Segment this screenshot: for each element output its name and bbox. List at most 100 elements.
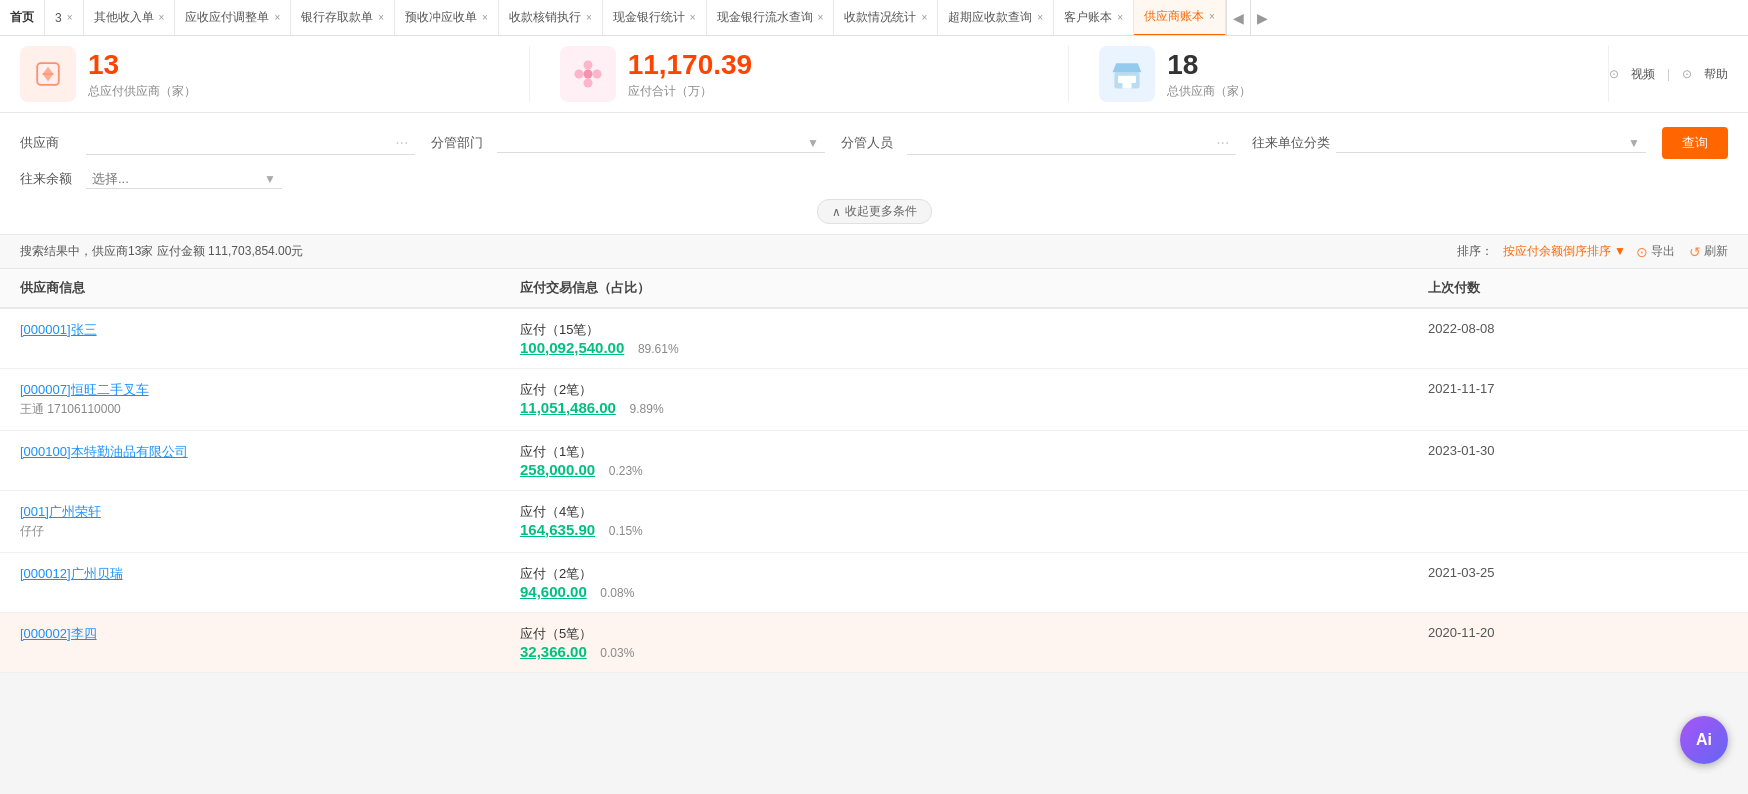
filter-area: 供应商 ··· 分管部门 ▼ 分管人员 ··· 往来单位分类 ▼ [0, 113, 1748, 235]
transaction-info: 应付（15笔） 100,092,540.00 89.61% [520, 321, 1428, 356]
filter-item-category: 往来单位分类 ▼ [1252, 133, 1647, 153]
divider: | [1667, 67, 1670, 81]
category-input[interactable] [1342, 135, 1625, 150]
svg-point-3 [583, 61, 592, 70]
nav-tab-3-close[interactable]: × [67, 12, 73, 23]
tx-amount[interactable]: 100,092,540.00 [520, 339, 624, 356]
tx-percent: 0.15% [609, 524, 643, 538]
nav-tab-prepay-close[interactable]: × [482, 12, 488, 23]
supplier-dots-icon[interactable]: ··· [395, 134, 408, 152]
nav-tab-cashflow[interactable]: 现金银行流水查询 × [707, 0, 835, 36]
dept-input-box: ▼ [497, 133, 826, 153]
transaction-info: 应付（4笔） 164,635.90 0.15% [520, 503, 1428, 538]
export-icon: ⊙ [1636, 244, 1648, 260]
nav-tab-other-income-label: 其他收入单 [94, 9, 154, 26]
tx-label: 应付（4笔） [520, 503, 1428, 521]
nav-tab-cash-bank[interactable]: 现金银行统计 × [603, 0, 707, 36]
dept-input[interactable] [503, 135, 804, 150]
supplier-input[interactable] [92, 135, 395, 150]
tx-amount[interactable]: 258,000.00 [520, 461, 595, 478]
top-nav: 首页 3 × 其他收入单 × 应收应付调整单 × 银行存取款单 × 预收冲应收单… [0, 0, 1748, 36]
tx-amount[interactable]: 32,366.00 [520, 643, 587, 660]
person-input[interactable] [913, 135, 1216, 150]
supplier-info: [000100]本特勤油品有限公司 [20, 443, 520, 461]
supplier-link[interactable]: [000100]本特勤油品有限公司 [20, 443, 520, 461]
nav-tab-cash-bank-close[interactable]: × [690, 12, 696, 23]
nav-tab-adjustment-label: 应收应付调整单 [185, 9, 269, 26]
nav-arrow-left[interactable]: ◀ [1226, 0, 1250, 36]
person-input-box: ··· [907, 132, 1236, 155]
nav-tab-other-income-close[interactable]: × [159, 12, 165, 23]
help-link[interactable]: 帮助 [1704, 66, 1728, 83]
balance-input[interactable] [92, 171, 260, 186]
refresh-icon: ↺ [1689, 244, 1701, 260]
summary-label-2: 应付合计（万） [628, 83, 753, 100]
tx-amount[interactable]: 11,051,486.00 [520, 399, 616, 416]
supplier-link[interactable]: [000001]张三 [20, 321, 520, 339]
help-circle-icon: ⊙ [1609, 67, 1619, 81]
last-payment: 2023-01-30 [1428, 443, 1728, 458]
nav-tab-bank[interactable]: 银行存取款单 × [291, 0, 395, 36]
nav-tab-supplier-account-close[interactable]: × [1209, 11, 1215, 22]
nav-tab-bank-close[interactable]: × [378, 12, 384, 23]
nav-tab-collection[interactable]: 收款核销执行 × [499, 0, 603, 36]
category-arrow-icon[interactable]: ▼ [1628, 136, 1640, 150]
summary-bar: 13 总应付供应商（家） 11,170.39 应付合计（万） [0, 36, 1748, 113]
nav-tab-prepay[interactable]: 预收冲应收单 × [395, 0, 499, 36]
nav-tab-receipt-stat-close[interactable]: × [921, 12, 927, 23]
nav-tab-supplier-account-label: 供应商账本 [1144, 8, 1204, 25]
nav-tab-customer-account[interactable]: 客户账本 × [1054, 0, 1134, 36]
tx-percent: 89.61% [638, 342, 679, 356]
nav-tab-overdue[interactable]: 超期应收款查询 × [938, 0, 1054, 36]
summary-text-2: 11,170.39 应付合计（万） [628, 48, 753, 101]
transaction-info: 应付（5笔） 32,366.00 0.03% [520, 625, 1428, 660]
supplier-link[interactable]: [000012]广州贝瑞 [20, 565, 520, 583]
nav-tab-3[interactable]: 3 × [45, 0, 84, 36]
collapse-bar: ∧ 收起更多条件 [20, 199, 1728, 224]
nav-tab-home[interactable]: 首页 [0, 0, 45, 36]
filter-label-supplier: 供应商 [20, 134, 80, 152]
nav-tab-adjustment[interactable]: 应收应付调整单 × [175, 0, 291, 36]
transaction-info: 应付（2笔） 94,600.00 0.08% [520, 565, 1428, 600]
sort-button[interactable]: 按应付余额倒序排序 ▼ [1503, 243, 1626, 260]
nav-tab-collection-close[interactable]: × [586, 12, 592, 23]
nav-arrow-right[interactable]: ▶ [1250, 0, 1274, 36]
video-link[interactable]: 视频 [1631, 66, 1655, 83]
person-dots-icon[interactable]: ··· [1216, 134, 1229, 152]
supplier-input-box: ··· [86, 132, 415, 155]
summary-icon-diamond [20, 46, 76, 102]
summary-text-1: 13 总应付供应商（家） [88, 48, 196, 101]
summary-label-3: 总供应商（家） [1167, 83, 1251, 100]
supplier-link[interactable]: [000002]李四 [20, 625, 520, 643]
nav-tab-other-income[interactable]: 其他收入单 × [84, 0, 176, 36]
tx-amount[interactable]: 164,635.90 [520, 521, 595, 538]
tx-label: 应付（2笔） [520, 565, 1428, 583]
supplier-link[interactable]: [000007]恒旺二手叉车 [20, 381, 520, 399]
supplier-info: [000012]广州贝瑞 [20, 565, 520, 583]
nav-tab-receipt-stat[interactable]: 收款情况统计 × [834, 0, 938, 36]
nav-tab-adjustment-close[interactable]: × [274, 12, 280, 23]
dept-arrow-icon[interactable]: ▼ [807, 136, 819, 150]
balance-arrow-icon[interactable]: ▼ [264, 172, 276, 186]
query-button[interactable]: 查询 [1662, 127, 1728, 159]
last-payment: 2021-03-25 [1428, 565, 1728, 580]
nav-tab-customer-account-close[interactable]: × [1117, 12, 1123, 23]
filter-item-supplier: 供应商 ··· [20, 132, 415, 155]
nav-tab-cashflow-close[interactable]: × [818, 12, 824, 23]
tx-amount[interactable]: 94,600.00 [520, 583, 587, 600]
summary-number-1: 13 [88, 48, 196, 82]
transaction-info: 应付（2笔） 11,051,486.00 9.89% [520, 381, 1428, 416]
nav-tab-supplier-account[interactable]: 供应商账本 × [1134, 0, 1226, 36]
supplier-link[interactable]: [001]广州荣轩 [20, 503, 520, 521]
tx-label: 应付（2笔） [520, 381, 1428, 399]
svg-point-5 [574, 70, 583, 79]
nav-tab-overdue-close[interactable]: × [1037, 12, 1043, 23]
svg-rect-9 [1118, 76, 1123, 83]
table-row: [000001]张三 应付（15笔） 100,092,540.00 89.61%… [0, 309, 1748, 369]
table-row: [000002]李四 应付（5笔） 32,366.00 0.03% 2020-1… [0, 613, 1748, 673]
export-button[interactable]: ⊙ 导出 [1636, 243, 1675, 260]
filter-row-2: 往来余额 ▼ [20, 169, 1728, 189]
tx-percent: 0.23% [609, 464, 643, 478]
collapse-button[interactable]: ∧ 收起更多条件 [817, 199, 932, 224]
refresh-button[interactable]: ↺ 刷新 [1689, 243, 1728, 260]
